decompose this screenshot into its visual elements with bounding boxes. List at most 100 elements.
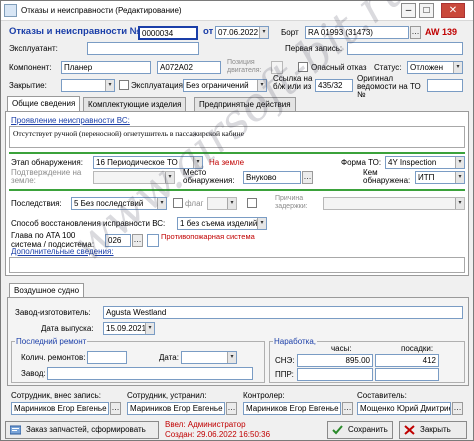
chevron-down-icon[interactable]: ▾	[453, 62, 462, 73]
first-record-field[interactable]	[347, 42, 463, 55]
delay-reason-label: Причина задержки:	[275, 195, 308, 210]
record-number-field[interactable]: 0000034	[138, 26, 198, 40]
sne-landings-field[interactable]: 412	[375, 354, 439, 367]
calendar-dropdown-icon[interactable]: ▾	[105, 80, 114, 91]
delay-reason-field[interactable]: ▾	[323, 197, 465, 210]
tab-aircraft[interactable]: Воздушное судно	[9, 283, 85, 298]
reference-label: Ссылка на б/ж или из	[273, 74, 313, 91]
closure-field[interactable]: ▾	[61, 79, 115, 92]
manufacturer-field[interactable]: Agusta Westland	[103, 306, 463, 319]
ppr-landings-field[interactable]	[375, 368, 439, 381]
restore-label: Способ восстановления исправности ВС:	[11, 219, 166, 228]
operation-checkbox[interactable]	[119, 80, 129, 90]
release-date-field[interactable]: 15.09.2021 ▾	[103, 322, 155, 335]
release-date-label: Дата выпуска:	[41, 324, 94, 333]
component-field[interactable]: Планер	[61, 61, 151, 74]
component-label: Компонент:	[9, 63, 52, 72]
flag-field[interactable]: ▾	[207, 197, 237, 210]
order-parts-button[interactable]: Заказ запчастей, сформировать	[5, 421, 159, 439]
chevron-down-icon[interactable]: ▾	[193, 157, 202, 168]
chevron-down-icon[interactable]: ▾	[165, 172, 174, 183]
dangerous-failure-checkbox[interactable]	[298, 62, 308, 72]
entered-by-select-button[interactable]: …	[110, 402, 121, 415]
title-bar[interactable]: Отказы и неисправности (Редактирование) …	[1, 1, 473, 21]
who-label: Кем обнаружена:	[363, 168, 411, 185]
original-field[interactable]	[427, 79, 463, 92]
calendar-dropdown-icon[interactable]: ▾	[145, 323, 154, 334]
minimize-button[interactable]: –	[401, 3, 416, 18]
repair-date-label: Дата:	[159, 353, 179, 362]
operation-label: Эксплуатация:	[131, 81, 186, 90]
fixed-by-field[interactable]: Мариников Егор Евгенье	[127, 402, 225, 415]
place-select-button[interactable]: …	[302, 171, 313, 184]
chevron-down-icon[interactable]: ▾	[257, 80, 266, 91]
component-code-field[interactable]: А072А02	[157, 61, 221, 74]
date-field[interactable]: 07.06.2022 ▾	[215, 26, 269, 39]
ata-subsystem-field[interactable]	[147, 234, 159, 247]
chevron-down-icon[interactable]: ▾	[455, 157, 464, 168]
close-button[interactable]: Закрыть	[399, 421, 467, 439]
confirm-label: Подтверждение на земле:	[11, 168, 82, 185]
maximize-button[interactable]: □	[419, 3, 434, 18]
fixed-by-select-button[interactable]: …	[226, 402, 237, 415]
close-window-button[interactable]: ✕	[441, 3, 465, 18]
manufacturer-label: Завод-изготовитель:	[15, 308, 91, 317]
manifestation-text: Отсутствует ручной (переносной) огнетуши…	[13, 129, 244, 138]
hours-column-label: часы:	[331, 344, 352, 353]
tab-actions[interactable]: Предпринятые действия	[194, 97, 296, 111]
tab-components[interactable]: Комплектующие изделия	[83, 97, 187, 111]
consequences-label: Последствия:	[11, 199, 62, 208]
controller-field[interactable]: Мариников Егор Евгенье	[243, 402, 341, 415]
fixed-by-label: Сотрудник, устранил:	[127, 391, 207, 400]
landings-column-label: посадки:	[401, 344, 434, 353]
controller-select-button[interactable]: …	[342, 402, 353, 415]
restore-select[interactable]: 1 без съема изделий ▾	[177, 217, 267, 230]
consequences-select[interactable]: 5 Без последствий ▾	[71, 197, 167, 210]
repair-plant-field[interactable]	[47, 367, 253, 380]
repair-count-field[interactable]	[87, 351, 127, 364]
entered-by-info: Ввел: Администратор	[165, 420, 246, 429]
repair-date-field[interactable]: ▾	[181, 351, 237, 364]
last-repair-title: Последний ремонт	[15, 337, 88, 347]
created-info: Создан: 29.06.2022 16:50:36	[165, 430, 271, 439]
status-label: Статус:	[374, 63, 402, 72]
place-field[interactable]: Внуково	[243, 171, 301, 184]
controller-label: Контролер:	[243, 391, 285, 400]
repair-count-label: Колич. ремонтов:	[21, 353, 86, 362]
tab-general[interactable]: Общие сведения	[7, 96, 81, 111]
chevron-down-icon[interactable]: ▾	[257, 218, 266, 229]
status-select[interactable]: Отложен ▾	[407, 61, 463, 74]
chevron-down-icon[interactable]: ▾	[455, 172, 464, 183]
who-select[interactable]: ИТП ▾	[415, 171, 465, 184]
operation-select[interactable]: Без ограничений ▾	[183, 79, 267, 92]
checkmark-icon	[332, 425, 343, 435]
composer-select-button[interactable]: …	[452, 402, 463, 415]
delay-checkbox[interactable]	[247, 198, 257, 208]
form-select[interactable]: 4Y Inspection ▾	[385, 156, 465, 169]
engine-position-label: Позиция двигателя:	[227, 59, 262, 74]
engine-position-field[interactable]	[271, 61, 283, 74]
ata-select-button[interactable]: …	[132, 234, 143, 247]
reference-field[interactable]: 435/32	[315, 79, 353, 92]
confirm-select[interactable]: ▾	[93, 171, 175, 184]
operator-label: Эксплуатант:	[9, 44, 58, 53]
ppr-hours-field[interactable]	[297, 368, 373, 381]
chevron-down-icon[interactable]: ▾	[455, 198, 464, 209]
ata-note: Противопожарная система	[161, 232, 255, 241]
ata-chapter-field[interactable]: 026	[105, 234, 131, 247]
calendar-dropdown-icon[interactable]: ▾	[227, 352, 236, 363]
flag-checkbox[interactable]	[173, 198, 183, 208]
board-select-button[interactable]: …	[410, 26, 421, 39]
manifestation-textarea[interactable]: Отсутствует ручной (переносной) огнетуши…	[9, 126, 465, 148]
calendar-dropdown-icon[interactable]: ▾	[259, 27, 268, 38]
additional-label: Дополнительные сведения:	[11, 247, 114, 256]
sne-hours-field[interactable]: 895.00	[297, 354, 373, 367]
save-button[interactable]: Сохранить	[327, 421, 393, 439]
chevron-down-icon[interactable]: ▾	[227, 198, 236, 209]
operator-field[interactable]	[87, 42, 199, 55]
composer-field[interactable]: Мощенко Юрий Дмитрие	[357, 402, 451, 415]
entered-by-field[interactable]: Мариников Егор Евгенье	[11, 402, 109, 415]
board-field[interactable]: RA 01993 (31473)	[305, 26, 409, 39]
additional-textarea[interactable]	[9, 257, 465, 273]
chevron-down-icon[interactable]: ▾	[157, 198, 166, 209]
